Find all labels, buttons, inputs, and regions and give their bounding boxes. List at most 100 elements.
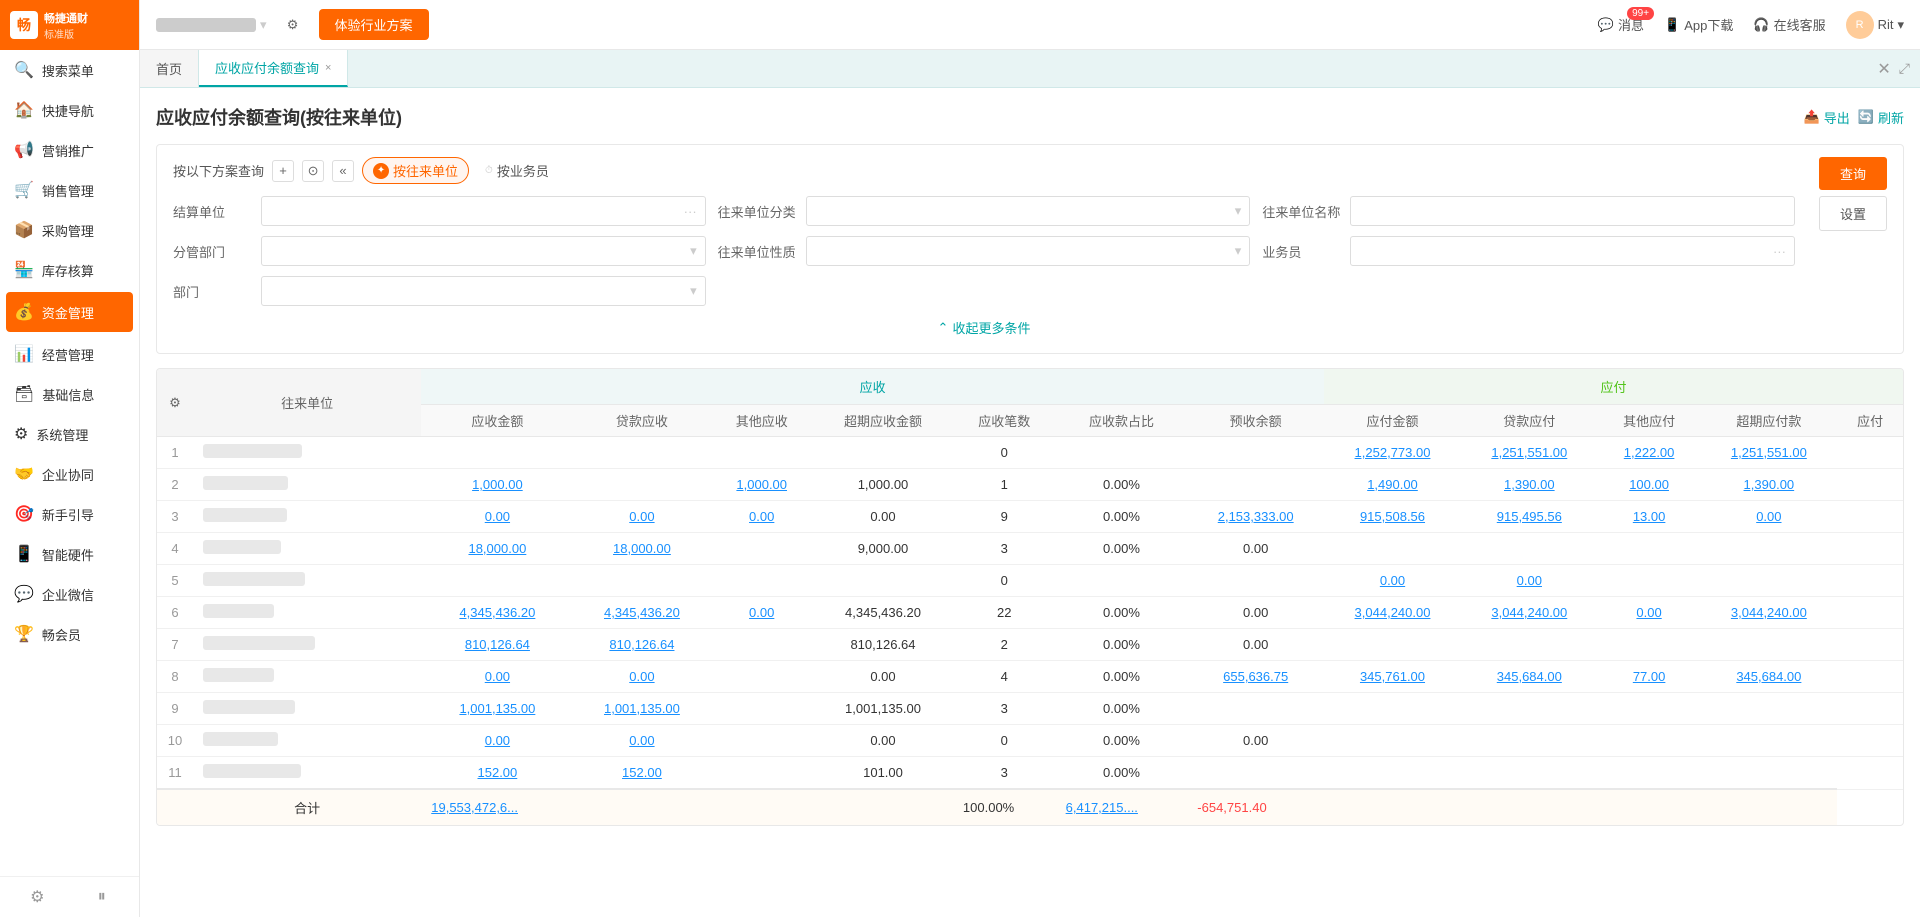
sidebar-item-wechat[interactable]: 💬 企业微信 <box>0 574 139 614</box>
topbar: ▾ ⚙ 体验行业方案 💬 消息 99+ 📱 App下载 🎧 在线客服 R Rit… <box>140 0 1920 50</box>
scheme-icon: ✦ <box>373 163 389 179</box>
sidebar-item-operations[interactable]: 📊 经营管理 <box>0 334 139 374</box>
sidebar-collapse-button[interactable]: ⏸ <box>75 887 130 907</box>
page-title: 应收应付余额查询(按往来单位) <box>156 104 402 130</box>
filter-yewuyuan: 业务员 ··· <box>1262 236 1795 266</box>
name-input[interactable] <box>1350 196 1795 226</box>
collapse-icon: ⌃ <box>938 320 949 336</box>
refresh-button[interactable]: 🔄 刷新 <box>1858 108 1904 127</box>
table-row: 64,345,436.204,345,436.200.004,345,436.2… <box>157 597 1903 629</box>
footer-empty <box>157 789 193 825</box>
table-config-icon[interactable]: ⚙ <box>169 395 181 410</box>
service-icon: 🎧 <box>1753 17 1769 33</box>
table-row: 11152.00152.00101.0030.00% <box>157 757 1903 790</box>
table-row: 100.000.000.0000.00%0.00 <box>157 725 1903 757</box>
table-footer-row: 合计 19,553,472,6... 100.00% 6,417,215....… <box>157 789 1903 825</box>
sidebar-item-enterprise[interactable]: 🤝 企业协同 <box>0 454 139 494</box>
sales-icon: 🛒 <box>14 180 34 200</box>
table-row: 500.000.00 <box>157 565 1903 597</box>
sidebar-item-guide[interactable]: 🎯 新手引导 <box>0 494 139 534</box>
add-scheme-button[interactable]: + <box>272 160 294 182</box>
sidebar-item-member[interactable]: 🏆 畅会员 <box>0 614 139 654</box>
col-loan-ap: 贷款应付 <box>1461 405 1598 437</box>
sidebar-item-system[interactable]: ⚙ 系统管理 <box>0 414 139 454</box>
col-ap2: 应付 <box>1837 405 1903 437</box>
sidebar-settings-button[interactable]: ⚙ <box>10 887 65 907</box>
footer-empty8 <box>1700 789 1837 825</box>
filter-row-2: 分管部门 ▾ 往来单位性质 ▾ <box>173 236 1795 266</box>
tab-close-all-button[interactable]: ✕ <box>1877 59 1890 79</box>
tab-bar: 首页 应收应付余额查询 × ✕ ⤢ <box>140 50 1920 88</box>
fenzu-input[interactable]: ▾ <box>806 196 1251 226</box>
sidebar-item-search[interactable]: 🔍 搜索菜单 <box>0 50 139 90</box>
user-menu-button[interactable]: R Rit ▾ <box>1846 11 1904 39</box>
app-download-button[interactable]: 📱 App下载 <box>1664 15 1733 34</box>
scheme-partner-button[interactable]: ✦ 按往来单位 <box>362 157 469 184</box>
sidebar-item-purchase[interactable]: 📦 采购管理 <box>0 210 139 250</box>
page-container: 应收应付余额查询(按往来单位) 📤 导出 🔄 刷新 <box>140 88 1920 917</box>
footer-ap-total: -654,751.40 <box>1187 789 1324 825</box>
fenguan-input[interactable]: ▾ <box>261 236 706 266</box>
filter-bumen: 部门 ▾ <box>173 276 706 306</box>
sidebar-item-capital[interactable]: 💰 资金管理 <box>6 292 133 332</box>
set-button[interactable]: 设置 <box>1819 196 1887 231</box>
export-button[interactable]: 📤 导出 <box>1804 108 1850 127</box>
partner-header: 往来单位 <box>193 369 421 437</box>
col-overdue-ar: 超期应收金额 <box>813 405 953 437</box>
online-service-button[interactable]: 🎧 在线客服 <box>1753 15 1825 34</box>
wechat-icon: 💬 <box>14 584 34 604</box>
export-icon: 📤 <box>1804 109 1820 125</box>
tab-maximize-button[interactable]: ⤢ <box>1899 60 1910 77</box>
ar-group-header: 应收 <box>421 369 1324 405</box>
download-icon: 📱 <box>1664 17 1680 33</box>
table-row: 91,001,135.001,001,135.001,001,135.0030.… <box>157 693 1903 725</box>
system-icon: ⚙ <box>14 424 28 444</box>
xingzhi-input[interactable]: ▾ <box>806 236 1251 266</box>
query-button[interactable]: 查询 <box>1819 157 1887 190</box>
user-chevron-icon: ▾ <box>1897 17 1904 33</box>
operations-icon: 📊 <box>14 344 34 364</box>
footer-ar-total: 19,553,472,6... <box>421 789 573 825</box>
filter-collapse-button[interactable]: ⌃ 收起更多条件 <box>173 314 1795 341</box>
sidebar-item-quicknav[interactable]: 🏠 快捷导航 <box>0 90 139 130</box>
basic-icon: 🗃 <box>14 384 34 404</box>
filter-bar: 按以下方案查询 + ⊙ « ✦ 按往来单位 ⏱ 按业务员 <box>156 144 1904 354</box>
sidebar-item-inventory[interactable]: 🏪 库存核算 <box>0 250 139 290</box>
sidebar-item-marketing[interactable]: 📢 营销推广 <box>0 130 139 170</box>
sidebar-item-hardware[interactable]: 📱 智能硬件 <box>0 534 139 574</box>
bumen-input[interactable]: ▾ <box>261 276 706 306</box>
col-prepaid: 预收余额 <box>1187 405 1324 437</box>
message-button[interactable]: 💬 消息 99+ <box>1598 15 1644 34</box>
capital-icon: 💰 <box>14 302 34 322</box>
edit-scheme-button[interactable]: ⊙ <box>302 160 324 182</box>
search-icon: 🔍 <box>14 60 34 80</box>
col-other-ap: 其他应付 <box>1598 405 1701 437</box>
scheme-clock-icon: ⏱ <box>485 165 493 176</box>
yewuyuan-input[interactable]: ··· <box>1350 236 1795 266</box>
tab-home[interactable]: 首页 <box>140 50 199 87</box>
bumen-chevron-icon: ▾ <box>690 283 697 299</box>
tab-ar-ap[interactable]: 应收应付余额查询 × <box>199 50 348 87</box>
footer-prepaid-total: 6,417,215.... <box>1056 789 1188 825</box>
refresh-icon: 🔄 <box>1858 109 1874 125</box>
footer-ar-ratio: 100.00% <box>953 789 1056 825</box>
footer-empty5 <box>1324 789 1461 825</box>
industry-solution-button[interactable]: 体验行业方案 <box>319 9 429 40</box>
ar-ap-table: ⚙ 往来单位 应收 应付 应收金额 贷款应收 其他应收 超期应收金额 应收笔数 <box>157 369 1903 825</box>
more-scheme-button[interactable]: « <box>332 160 354 182</box>
fenzu-chevron-icon: ▾ <box>1235 203 1242 219</box>
table-row: 21,000.001,000.001,000.0010.00%1,490.001… <box>157 469 1903 501</box>
table-row: 7810,126.64810,126.64810,126.6420.00%0.0… <box>157 629 1903 661</box>
jiesuan-input-dots: ··· <box>684 204 697 219</box>
fenguan-chevron-icon: ▾ <box>690 243 697 259</box>
jiesuan-input[interactable]: ··· <box>261 196 706 226</box>
filter-fenguan: 分管部门 ▾ <box>173 236 706 266</box>
footer-empty3 <box>710 789 813 825</box>
sidebar-item-sales[interactable]: 🛒 销售管理 <box>0 170 139 210</box>
tab-close-button[interactable]: × <box>325 62 331 74</box>
col-ar-ratio: 应收款占比 <box>1056 405 1188 437</box>
sidebar-item-basic[interactable]: 🗃 基础信息 <box>0 374 139 414</box>
topbar-gear-button[interactable]: ⚙ <box>279 11 307 39</box>
enterprise-icon: 🤝 <box>14 464 34 484</box>
scheme-salesman-button[interactable]: ⏱ 按业务员 <box>477 158 557 183</box>
